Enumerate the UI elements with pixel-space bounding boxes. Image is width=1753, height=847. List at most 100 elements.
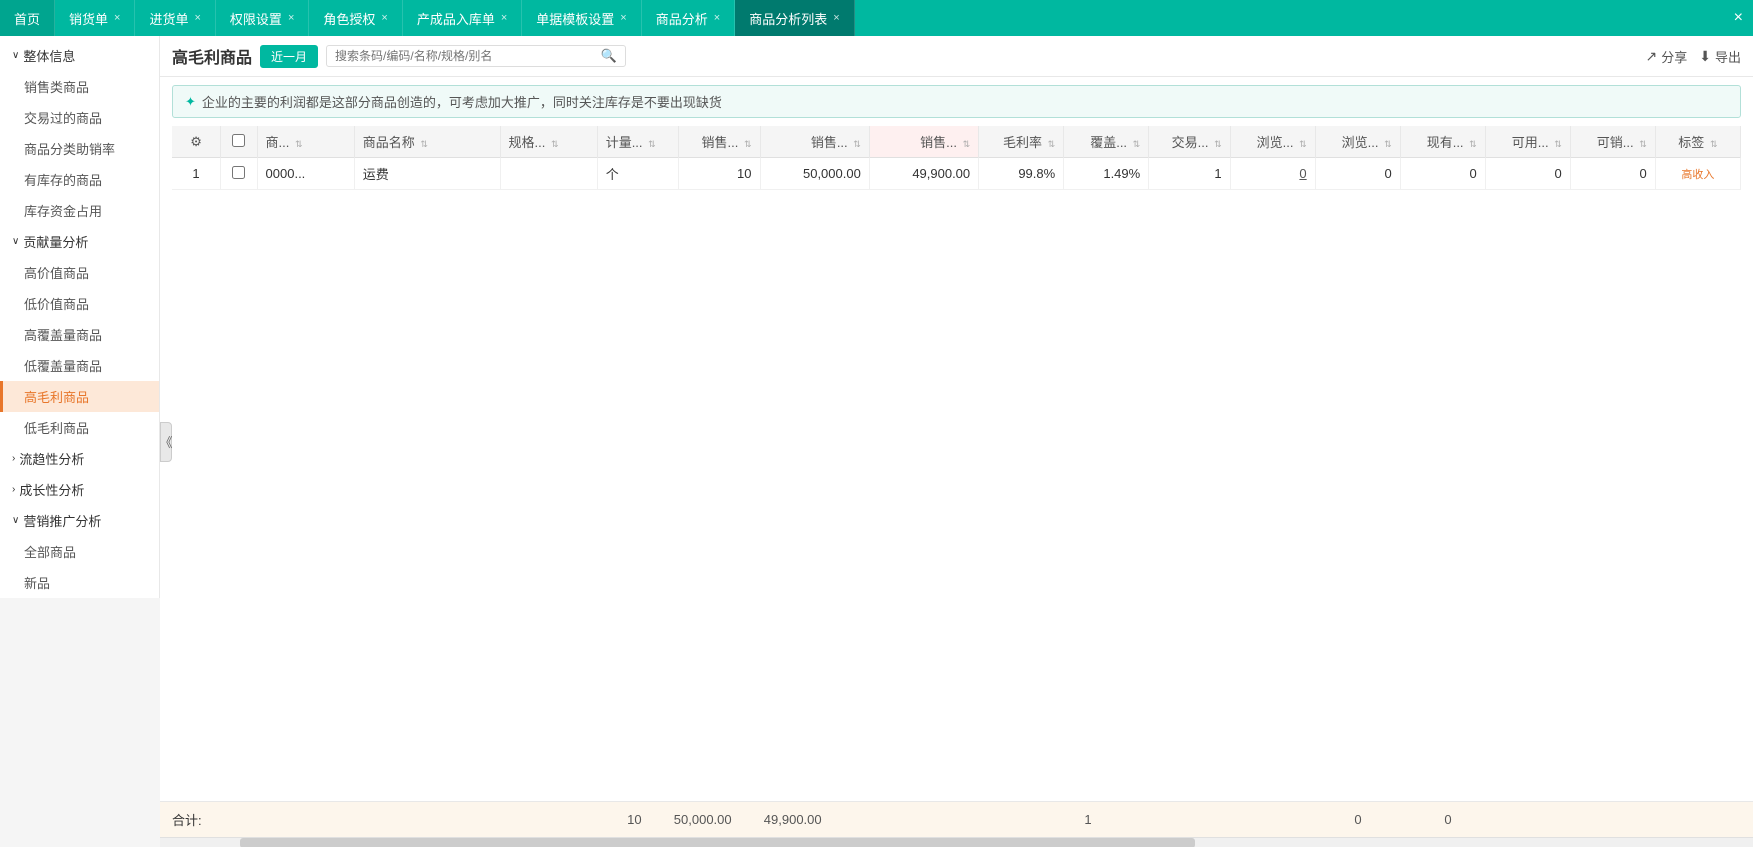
sidebar-item-traded-goods[interactable]: 交易过的商品	[0, 102, 159, 133]
col-header-trade[interactable]: 交易... ⇅	[1149, 126, 1230, 158]
table-container: ⚙ 商... ⇅ 商品名称 ⇅	[160, 126, 1753, 464]
nav-home[interactable]: 首页	[0, 0, 55, 36]
close-template-icon[interactable]: ×	[620, 12, 626, 24]
sort-available-icon: ⇅	[1554, 139, 1562, 150]
sidebar-section-trend[interactable]: › 流趋性分析	[0, 443, 159, 474]
sidebar-item-category-rate[interactable]: 商品分类助销率	[0, 133, 159, 164]
col-header-code[interactable]: 商... ⇅	[257, 126, 354, 158]
col-header-sellable[interactable]: 可销... ⇅	[1570, 126, 1655, 158]
scrollbar-thumb[interactable]	[240, 838, 1196, 847]
sidebar-item-low-value[interactable]: 低价值商品	[0, 288, 159, 319]
sidebar-section-contribution[interactable]: ∨ 贡献量分析	[0, 226, 159, 257]
sort-browse1-icon: ⇅	[1299, 139, 1307, 150]
sidebar-item-high-margin[interactable]: 高毛利商品	[0, 381, 159, 412]
content-spacer	[160, 464, 1753, 802]
close-purchase-order-icon[interactable]: ×	[194, 12, 200, 24]
sort-tag-icon: ⇅	[1710, 139, 1718, 150]
table-footer: 合计: 10 50,000.00 49,900.00 1 0 0	[160, 801, 1753, 837]
sidebar-item-in-stock-goods[interactable]: 有库存的商品	[0, 164, 159, 195]
table-row: 1 0000... 运费 个 10 50,000.00 49,900.00 99…	[172, 158, 1741, 190]
col-header-current-stock[interactable]: 现有... ⇅	[1400, 126, 1485, 158]
settings-icon[interactable]: ⚙	[190, 134, 202, 149]
col-header-available[interactable]: 可用... ⇅	[1485, 126, 1570, 158]
nav-product-analysis[interactable]: 商品分析 ×	[642, 0, 735, 36]
sidebar-section-overall[interactable]: ∨ 整体信息	[0, 40, 159, 71]
close-all-tabs-button[interactable]: ×	[1734, 9, 1743, 27]
close-sales-order-icon[interactable]: ×	[114, 12, 120, 24]
col-header-coverage[interactable]: 覆盖... ⇅	[1064, 126, 1149, 158]
row-checkbox[interactable]	[232, 166, 245, 179]
col-header-sales-profit[interactable]: 销售... ⇅	[869, 126, 978, 158]
sidebar-wrapper: ∨ 整体信息 销售类商品 交易过的商品 商品分类助销率 有库存的商品 库存资金占…	[0, 36, 160, 847]
close-analysis-list-icon[interactable]: ×	[833, 12, 839, 24]
nav-purchase-order[interactable]: 进货单 ×	[135, 0, 215, 36]
sidebar-item-low-margin[interactable]: 低毛利商品	[0, 412, 159, 443]
table-body: 1 0000... 运费 个 10 50,000.00 49,900.00 99…	[172, 158, 1741, 190]
export-button[interactable]: ⬇ 导出	[1699, 47, 1741, 66]
footer-available: 0	[1372, 812, 1452, 827]
nav-sales-order[interactable]: 销货单 ×	[55, 0, 135, 36]
close-product-analysis-icon[interactable]: ×	[714, 12, 720, 24]
col-header-name[interactable]: 商品名称 ⇅	[354, 126, 500, 158]
sort-browse2-icon: ⇅	[1384, 139, 1392, 150]
cell-num: 1	[172, 158, 221, 190]
sort-coverage-icon: ⇅	[1133, 139, 1141, 150]
share-button[interactable]: ↗ 分享	[1646, 47, 1688, 66]
nav-role-auth[interactable]: 角色授权 ×	[309, 0, 402, 36]
sidebar-item-sales-goods[interactable]: 销售类商品	[0, 71, 159, 102]
close-product-stock-icon[interactable]: ×	[501, 12, 507, 24]
close-role-auth-icon[interactable]: ×	[381, 12, 387, 24]
nav-product-analysis-list[interactable]: 商品分析列表 ×	[735, 0, 854, 36]
col-header-browse2[interactable]: 浏览... ⇅	[1315, 126, 1400, 158]
sidebar-item-all-goods[interactable]: 全部商品	[0, 536, 159, 567]
col-header-sales-count[interactable]: 销售... ⇅	[679, 126, 760, 158]
sort-sales-amount-icon: ⇅	[853, 139, 861, 150]
sort-sales-count-icon: ⇅	[744, 139, 752, 150]
arrow-right-icon: ›	[12, 453, 15, 464]
share-icon: ↗	[1646, 48, 1658, 65]
arrow-down-icon: ∨	[12, 50, 19, 61]
info-icon: ✦	[185, 94, 196, 110]
col-header-sales-amount[interactable]: 销售... ⇅	[760, 126, 869, 158]
sidebar: ∨ 整体信息 销售类商品 交易过的商品 商品分类助销率 有库存的商品 库存资金占…	[0, 36, 160, 598]
sidebar-collapse-button[interactable]: 《	[160, 422, 172, 462]
col-header-gross-rate[interactable]: 毛利率 ⇅	[979, 126, 1064, 158]
sidebar-section-growth[interactable]: › 成长性分析	[0, 474, 159, 505]
nav-permission-settings[interactable]: 权限设置 ×	[216, 0, 309, 36]
sort-trade-icon: ⇅	[1214, 139, 1222, 150]
sidebar-item-high-value[interactable]: 高价值商品	[0, 257, 159, 288]
footer-sales-count: 10	[562, 812, 642, 827]
cell-trade: 1	[1149, 158, 1230, 190]
col-header-spec[interactable]: 规格... ⇅	[500, 126, 597, 158]
footer-values: 10 50,000.00 49,900.00 1 0 0	[242, 812, 1741, 827]
footer-gross-rate	[832, 812, 912, 827]
sidebar-item-new-goods[interactable]: 新品	[0, 567, 159, 598]
nav-product-stock[interactable]: 产成品入库单 ×	[403, 0, 522, 36]
select-all-checkbox[interactable]	[232, 134, 245, 147]
horizontal-scrollbar[interactable]	[160, 837, 1753, 847]
sidebar-section-marketing[interactable]: ∨ 营销推广分析	[0, 505, 159, 536]
close-permission-icon[interactable]: ×	[288, 12, 294, 24]
footer-sales-profit: 49,900.00	[742, 812, 822, 827]
col-header-tag[interactable]: 标签 ⇅	[1655, 126, 1740, 158]
sidebar-item-low-coverage[interactable]: 低覆盖量商品	[0, 350, 159, 381]
cell-sales-amount: 50,000.00	[760, 158, 869, 190]
col-header-browse1[interactable]: 浏览... ⇅	[1230, 126, 1315, 158]
cell-sales-profit: 49,900.00	[869, 158, 978, 190]
footer-browse2	[1192, 812, 1272, 827]
arrow-right-icon-2: ›	[12, 484, 15, 495]
product-table: ⚙ 商... ⇅ 商品名称 ⇅	[172, 126, 1741, 190]
arrow-down-icon-2: ∨	[12, 236, 19, 247]
search-input[interactable]	[335, 49, 597, 63]
cell-browse1[interactable]: 0	[1230, 158, 1315, 190]
top-navigation: 首页 销货单 × 进货单 × 权限设置 × 角色授权 × 产成品入库单 × 单据…	[0, 0, 1753, 36]
nav-template-settings[interactable]: 单据模板设置 ×	[522, 0, 641, 36]
col-header-unit[interactable]: 计量... ⇅	[597, 126, 678, 158]
cell-unit: 个	[597, 158, 678, 190]
footer-browse1	[1102, 812, 1182, 827]
sort-spec-icon: ⇅	[551, 139, 559, 150]
search-icon[interactable]: 🔍	[601, 48, 617, 64]
sidebar-item-high-coverage[interactable]: 高覆盖量商品	[0, 319, 159, 350]
sidebar-item-stock-fund[interactable]: 库存资金占用	[0, 195, 159, 226]
filter-recent-month-button[interactable]: 近一月	[260, 45, 318, 68]
